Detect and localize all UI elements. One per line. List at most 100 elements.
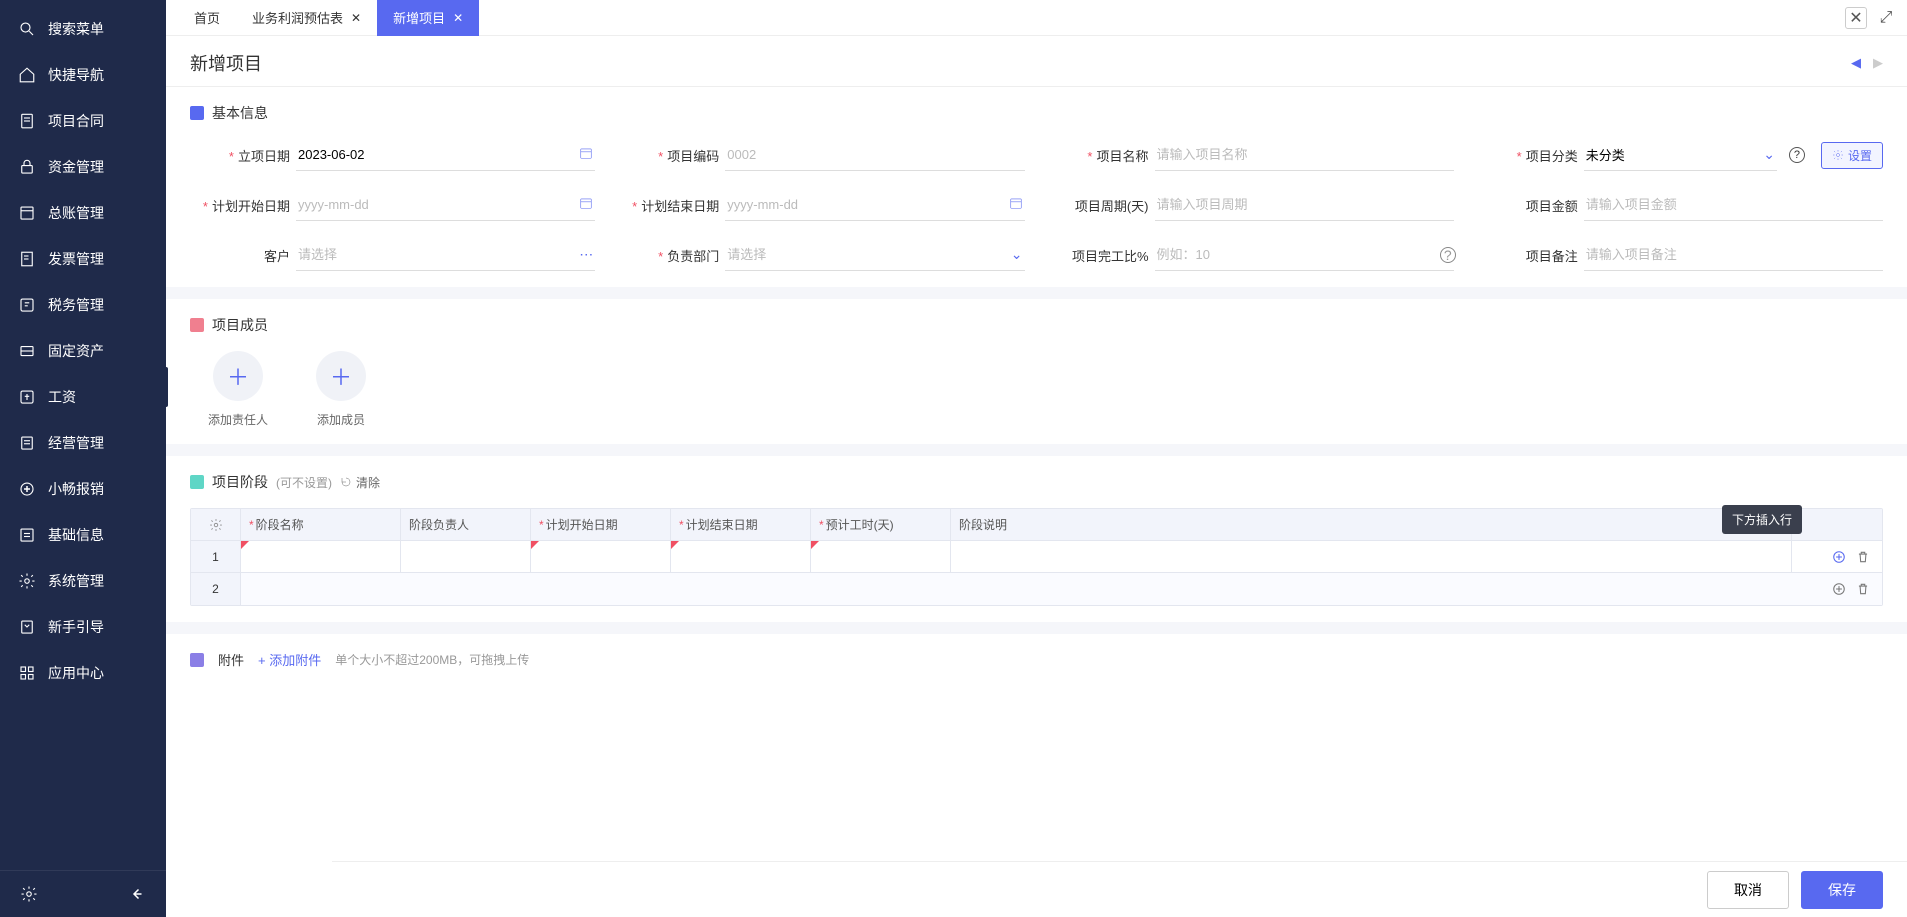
- gear-column-header[interactable]: [191, 509, 241, 540]
- calendar-icon[interactable]: [579, 146, 593, 163]
- help-icon[interactable]: ?: [1440, 247, 1456, 263]
- tab-newproject[interactable]: 新增项目✕: [377, 0, 479, 36]
- section-icon: [190, 106, 204, 120]
- field-date: 立项日期: [190, 139, 595, 171]
- cell-name[interactable]: [241, 573, 401, 605]
- manage-icon: [18, 434, 36, 452]
- section-title: 基本信息: [212, 103, 268, 123]
- tab-home[interactable]: 首页: [178, 0, 236, 36]
- member-label: 添加成员: [317, 411, 365, 428]
- next-button[interactable]: ▶: [1873, 55, 1883, 71]
- sidebar-label: 项目合同: [48, 111, 104, 131]
- calendar-icon[interactable]: [1009, 196, 1023, 213]
- cell-desc[interactable]: [951, 541, 1792, 572]
- sidebar-item-fund[interactable]: 资金管理: [0, 144, 166, 190]
- table-row[interactable]: 1: [191, 541, 1882, 573]
- sidebar-item-search[interactable]: 搜索菜单: [0, 6, 166, 52]
- category-select[interactable]: [1584, 143, 1777, 166]
- close-icon[interactable]: ✕: [453, 11, 463, 25]
- sidebar-item-apps[interactable]: 应用中心: [0, 650, 166, 696]
- remark-input[interactable]: [1584, 243, 1883, 266]
- cell-owner[interactable]: [401, 573, 531, 605]
- setting-button[interactable]: 设置: [1821, 142, 1883, 169]
- cell-desc[interactable]: [951, 573, 1792, 605]
- cell-actions: [1792, 541, 1882, 572]
- sidebar-item-quicknav[interactable]: 快捷导航: [0, 52, 166, 98]
- add-attachment-button[interactable]: + 添加附件: [258, 650, 321, 669]
- apps-icon: [18, 664, 36, 682]
- add-member-button[interactable]: ＋: [316, 351, 366, 401]
- cell-hours[interactable]: [811, 541, 951, 572]
- add-owner-button[interactable]: ＋: [213, 351, 263, 401]
- field-remark: 项目备注: [1478, 239, 1883, 271]
- sidebar-item-guide[interactable]: 新手引导: [0, 604, 166, 650]
- sidebar-item-basic[interactable]: 基础信息: [0, 512, 166, 558]
- cell-start[interactable]: [531, 573, 671, 605]
- table-row[interactable]: 2: [191, 573, 1882, 605]
- amount-input[interactable]: [1584, 193, 1883, 216]
- guide-icon: [18, 618, 36, 636]
- progress-input[interactable]: [1155, 243, 1454, 266]
- chevron-down-icon[interactable]: ⌄: [1763, 146, 1775, 163]
- close-all-button[interactable]: ✕: [1845, 7, 1867, 29]
- name-input[interactable]: [1155, 143, 1454, 166]
- field-label: 计划结束日期: [619, 196, 719, 215]
- col-hours: 预计工时(天): [811, 509, 951, 540]
- help-icon[interactable]: ?: [1789, 147, 1805, 163]
- calendar-icon[interactable]: [579, 196, 593, 213]
- customer-select[interactable]: [296, 243, 595, 266]
- settings-icon[interactable]: [20, 885, 38, 903]
- section-icon: [190, 653, 204, 667]
- code-input[interactable]: [725, 143, 1024, 166]
- sidebar-label: 系统管理: [48, 571, 104, 591]
- delete-row-button[interactable]: [1856, 582, 1870, 596]
- sidebar-label: 应用中心: [48, 663, 104, 683]
- sidebar-item-salary[interactable]: 工资: [0, 374, 166, 420]
- sidebar-item-asset[interactable]: 固定资产: [0, 328, 166, 374]
- close-icon[interactable]: ✕: [351, 11, 361, 25]
- sidebar-item-business[interactable]: 经营管理: [0, 420, 166, 466]
- date-input[interactable]: [296, 143, 595, 166]
- clear-button[interactable]: 清除: [340, 474, 380, 491]
- cell-start[interactable]: [531, 541, 671, 572]
- sidebar-item-tax[interactable]: 税务管理: [0, 282, 166, 328]
- planend-input[interactable]: [725, 193, 1024, 216]
- sidebar-item-invoice[interactable]: 发票管理: [0, 236, 166, 282]
- sidebar-item-ledger[interactable]: 总账管理: [0, 190, 166, 236]
- cycle-input[interactable]: [1155, 193, 1454, 216]
- sidebar-item-project[interactable]: 项目合同: [0, 98, 166, 144]
- lock-icon: [18, 158, 36, 176]
- attach-hint: 单个大小不超过200MB，可拖拽上传: [335, 651, 529, 668]
- side-handle[interactable]: [164, 367, 168, 407]
- prev-button[interactable]: ◀: [1851, 55, 1861, 71]
- cell-name[interactable]: [241, 541, 401, 572]
- cell-end[interactable]: [671, 573, 811, 605]
- sidebar-label: 快捷导航: [48, 65, 104, 85]
- sidebar-label: 搜索菜单: [48, 19, 104, 39]
- field-label: 项目分类: [1478, 146, 1578, 165]
- save-button[interactable]: 保存: [1801, 871, 1883, 909]
- cell-end[interactable]: [671, 541, 811, 572]
- collapse-icon[interactable]: [128, 885, 146, 903]
- col-name: 阶段名称: [241, 509, 401, 540]
- planstart-input[interactable]: [296, 193, 595, 216]
- insert-row-button[interactable]: [1832, 550, 1846, 564]
- cell-owner[interactable]: [401, 541, 531, 572]
- sidebar-item-reimburse[interactable]: 小畅报销: [0, 466, 166, 512]
- chevron-down-icon[interactable]: ⌄: [1011, 246, 1023, 263]
- cell-hours[interactable]: [811, 573, 951, 605]
- expand-button[interactable]: ⤢: [1875, 7, 1897, 29]
- insert-row-tooltip: 下方插入行: [1722, 505, 1802, 534]
- section-basic: 基本信息 立项日期 项目编码 项目名称 项目分类: [166, 86, 1907, 287]
- more-icon[interactable]: ⋯: [579, 246, 593, 263]
- tab-profit[interactable]: 业务利润预估表✕: [236, 0, 377, 36]
- insert-row-button[interactable]: [1832, 582, 1846, 596]
- delete-row-button[interactable]: [1856, 550, 1870, 564]
- section-title: 项目阶段: [212, 472, 268, 492]
- dept-select[interactable]: [725, 243, 1024, 266]
- field-cycle: 项目周期(天): [1049, 189, 1454, 221]
- cancel-button[interactable]: 取消: [1707, 871, 1789, 909]
- col-owner: 阶段负责人: [401, 509, 531, 540]
- page-header: 新增项目 ◀ ▶: [166, 36, 1907, 86]
- sidebar-item-system[interactable]: 系统管理: [0, 558, 166, 604]
